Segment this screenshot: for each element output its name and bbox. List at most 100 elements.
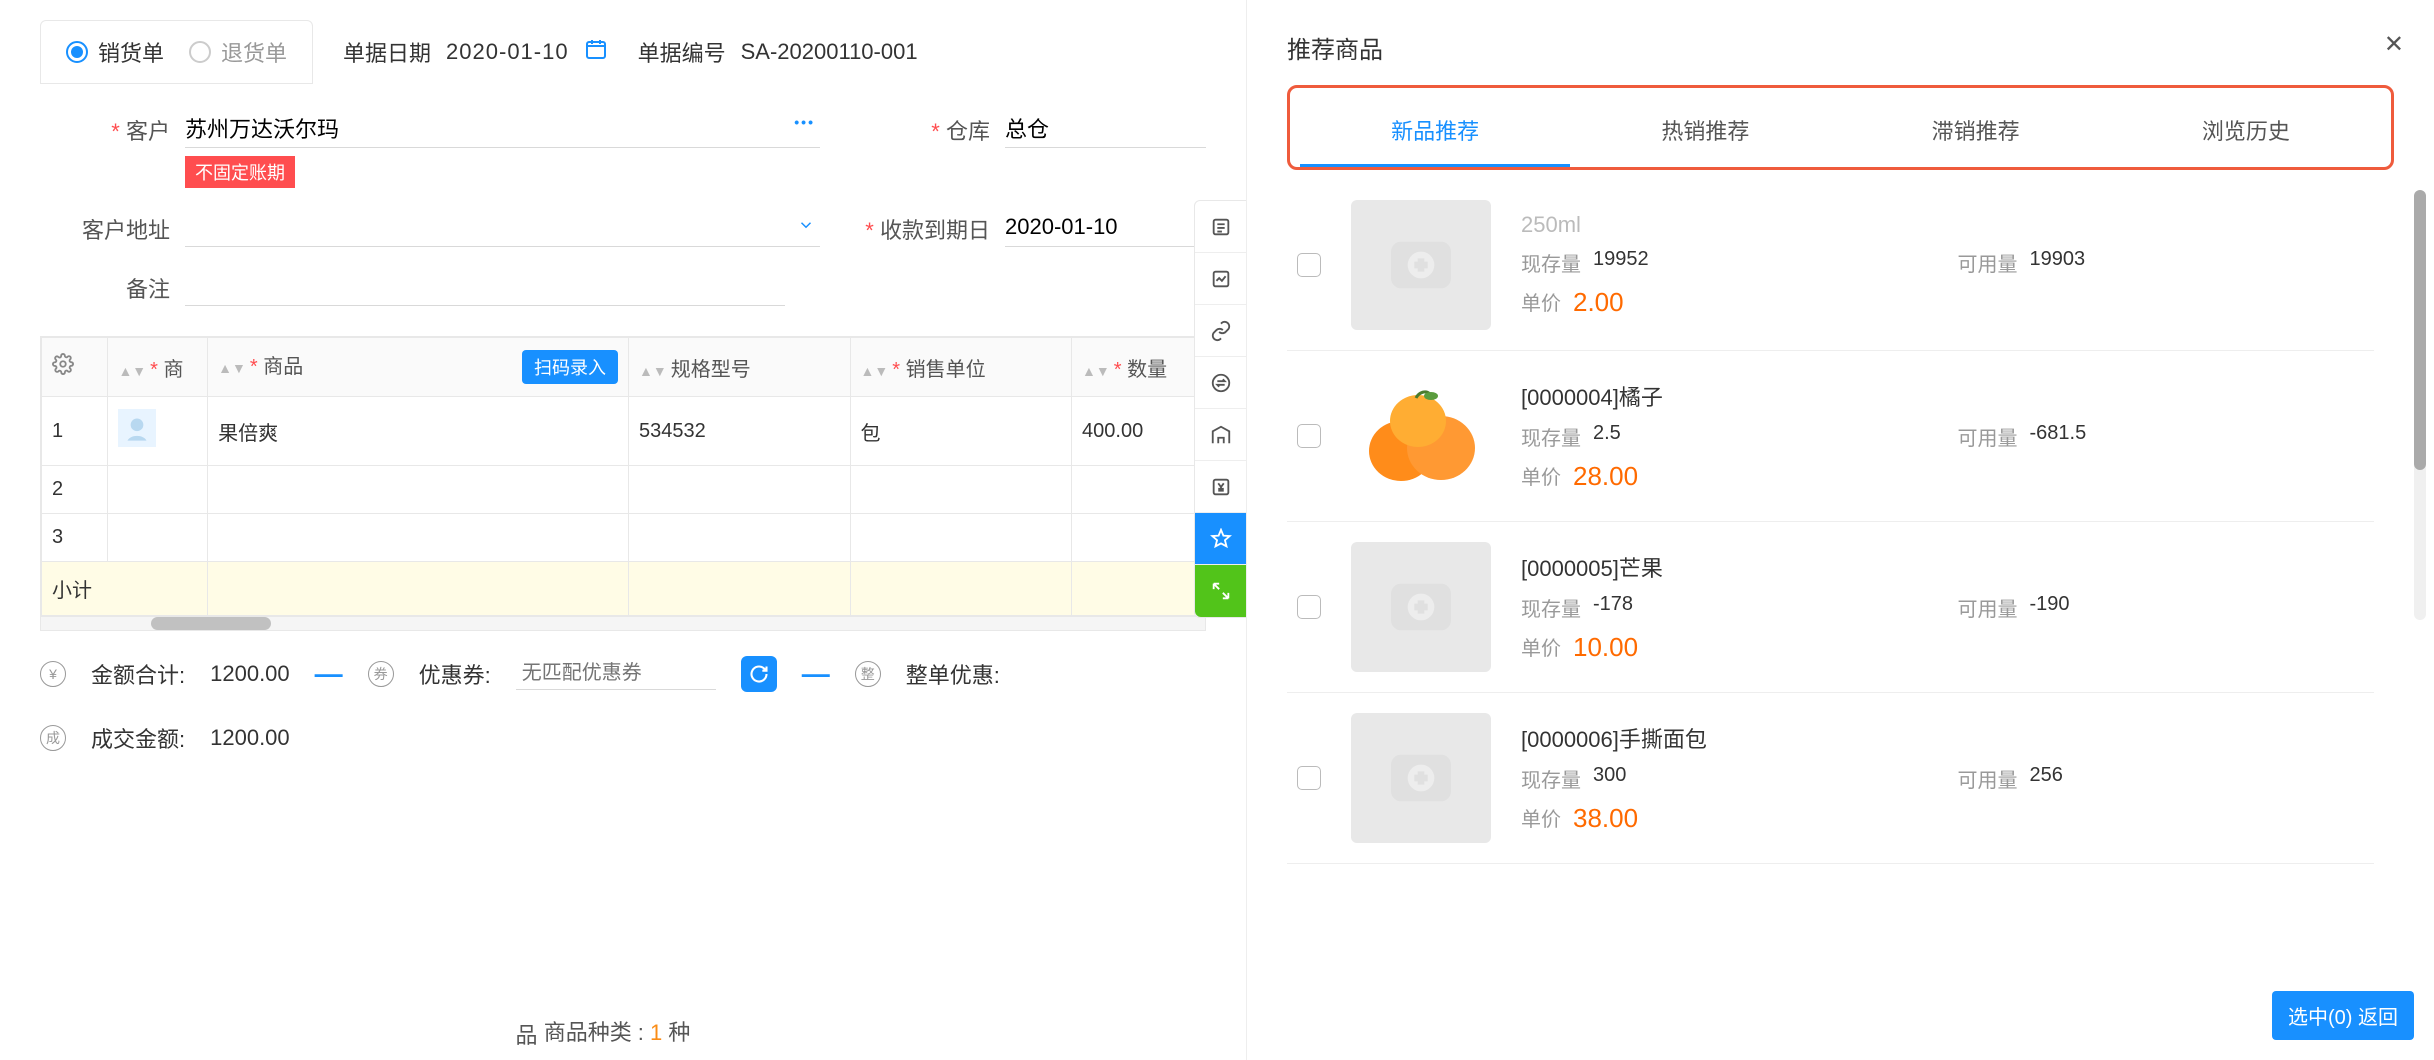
- col-unit[interactable]: ▲▼* 销售单位: [850, 338, 1072, 397]
- product-image: [1351, 200, 1491, 330]
- toolbar-yen-icon[interactable]: [1195, 461, 1247, 513]
- calendar-icon[interactable]: [584, 37, 608, 68]
- variety-icon: 品: [516, 1023, 538, 1048]
- avail-value: -681.5: [2030, 422, 2087, 451]
- stock-value: 300: [1593, 764, 1626, 793]
- customer-tag: 不固定账期: [185, 156, 295, 188]
- stock-value: 2.5: [1593, 422, 1621, 451]
- row-product-name[interactable]: 果倍爽: [208, 397, 629, 466]
- col-qty[interactable]: ▲▼* 数量: [1072, 338, 1205, 397]
- price-label: 单价: [1521, 632, 1561, 663]
- avail-label: 可用量: [1958, 422, 2018, 451]
- totals-row-2: 成 成交金额: 1200.00: [40, 722, 1246, 754]
- product-row: [0000005]芒果现存量-178可用量-190单价10.00: [1287, 522, 2374, 693]
- row-product-name[interactable]: [208, 466, 629, 514]
- stock-value: -178: [1593, 593, 1633, 622]
- avail-value: 19903: [2030, 248, 2086, 277]
- horizontal-scrollbar[interactable]: [40, 617, 1206, 631]
- coupon-input[interactable]: [516, 658, 716, 690]
- product-title: [0000005]芒果: [1521, 551, 2364, 583]
- minus-icon: —: [315, 658, 343, 690]
- chevron-down-icon[interactable]: [797, 216, 815, 237]
- tab-slow[interactable]: 滞销推荐: [1841, 96, 2111, 167]
- customer-row: 客户 ••• 不固定账期: [40, 109, 820, 188]
- price-value: 2.00: [1573, 287, 1624, 318]
- refresh-button[interactable]: [741, 656, 777, 692]
- radio-return-order[interactable]: 退货单: [189, 36, 287, 68]
- row-qty[interactable]: 400.00: [1072, 397, 1205, 466]
- tab-new[interactable]: 新品推荐: [1300, 96, 1570, 167]
- tab-history[interactable]: 浏览历史: [2111, 96, 2381, 167]
- ellipsis-icon[interactable]: •••: [794, 114, 815, 130]
- row-product-name[interactable]: [208, 514, 629, 562]
- toolbar-star-icon[interactable]: [1195, 513, 1247, 565]
- variety-label: 商品种类 :: [544, 1020, 644, 1045]
- close-icon[interactable]: ✕: [2384, 30, 2404, 59]
- gear-column[interactable]: [42, 338, 108, 397]
- due-date-label: 收款到期日: [860, 208, 990, 245]
- toolbar-chart-icon[interactable]: [1195, 253, 1247, 305]
- toolbar-link-icon[interactable]: [1195, 305, 1247, 357]
- row-spec[interactable]: [629, 514, 851, 562]
- subtotal-label: 小计: [42, 562, 208, 616]
- deal-label: 成交金额:: [91, 722, 185, 754]
- toolbar-expand-icon[interactable]: [1195, 565, 1247, 617]
- table-row[interactable]: 3: [42, 514, 1205, 562]
- tab-hot[interactable]: 热销推荐: [1570, 96, 1840, 167]
- avail-value: 256: [2030, 764, 2063, 793]
- row-qty[interactable]: [1072, 514, 1205, 562]
- sales-order-panel: 销货单 退货单 单据日期 2020-01-10 单据编号 SA-20200110…: [0, 0, 1246, 1060]
- avail-label: 可用量: [1958, 593, 2018, 622]
- col-spec[interactable]: ▲▼规格型号: [629, 338, 851, 397]
- coupon-label: 优惠券:: [419, 658, 491, 690]
- stock-label: 现存量: [1521, 422, 1581, 451]
- row-qty[interactable]: [1072, 466, 1205, 514]
- product-image: [1351, 542, 1491, 672]
- customer-input[interactable]: [185, 109, 820, 148]
- vertical-scrollbar[interactable]: [2414, 190, 2426, 620]
- product-checkbox[interactable]: [1297, 424, 1321, 448]
- document-date-field: 单据日期 2020-01-10: [343, 36, 608, 68]
- discount-icon: 整: [855, 661, 881, 687]
- scan-input-button[interactable]: 扫码录入: [522, 350, 618, 384]
- radio-sales-order[interactable]: 销货单: [66, 36, 164, 68]
- warehouse-input[interactable]: [1005, 109, 1206, 148]
- radio-icon: [66, 41, 88, 63]
- toolbar-building-icon[interactable]: [1195, 409, 1247, 461]
- row-unit[interactable]: [850, 514, 1072, 562]
- line-items-table: ▲▼* 商 ▲▼* 商品 扫码录入 ▲▼规格型号 ▲▼* 销售单位 ▲▼* 数量…: [40, 336, 1206, 617]
- form-grid: 客户 ••• 不固定账期 仓库 客户地址: [40, 109, 1246, 306]
- row-spec[interactable]: [629, 466, 851, 514]
- address-input[interactable]: [185, 208, 820, 247]
- stock-label: 现存量: [1521, 764, 1581, 793]
- table-row[interactable]: 1 果倍爽534532包400.00: [42, 397, 1205, 466]
- selected-return-button[interactable]: 选中(0) 返回: [2272, 991, 2414, 1040]
- footer: 品 商品种类 : 1 种: [0, 1015, 1206, 1050]
- row-spec[interactable]: 534532: [629, 397, 851, 466]
- side-toolbar: [1194, 200, 1248, 618]
- product-checkbox[interactable]: [1297, 766, 1321, 790]
- price-label: 单价: [1521, 461, 1561, 492]
- date-label: 单据日期: [343, 36, 431, 68]
- order-type-group: 销货单 退货单: [40, 20, 313, 84]
- product-checkbox[interactable]: [1297, 595, 1321, 619]
- row-unit[interactable]: 包: [850, 397, 1072, 466]
- row-unit[interactable]: [850, 466, 1072, 514]
- remark-input[interactable]: [185, 267, 785, 306]
- table-row[interactable]: 2: [42, 466, 1205, 514]
- row-thumbnail: [108, 466, 208, 514]
- col-product[interactable]: ▲▼* 商品 扫码录入: [208, 338, 629, 397]
- row-index: 1: [42, 397, 108, 466]
- toolbar-list-icon[interactable]: [1195, 201, 1247, 253]
- col-icon[interactable]: ▲▼* 商: [108, 338, 208, 397]
- avail-label: 可用量: [1958, 248, 2018, 277]
- row-index: 2: [42, 466, 108, 514]
- amount-label: 金额合计:: [91, 658, 185, 690]
- stock-label: 现存量: [1521, 593, 1581, 622]
- product-checkbox[interactable]: [1297, 253, 1321, 277]
- product-image: [1351, 371, 1491, 501]
- product-list[interactable]: 250ml现存量19952可用量19903单价2.00[0000004]橘子现存…: [1287, 180, 2394, 980]
- toolbar-exchange-icon[interactable]: [1195, 357, 1247, 409]
- date-value[interactable]: 2020-01-10: [446, 39, 569, 65]
- due-date-input[interactable]: [1005, 208, 1206, 247]
